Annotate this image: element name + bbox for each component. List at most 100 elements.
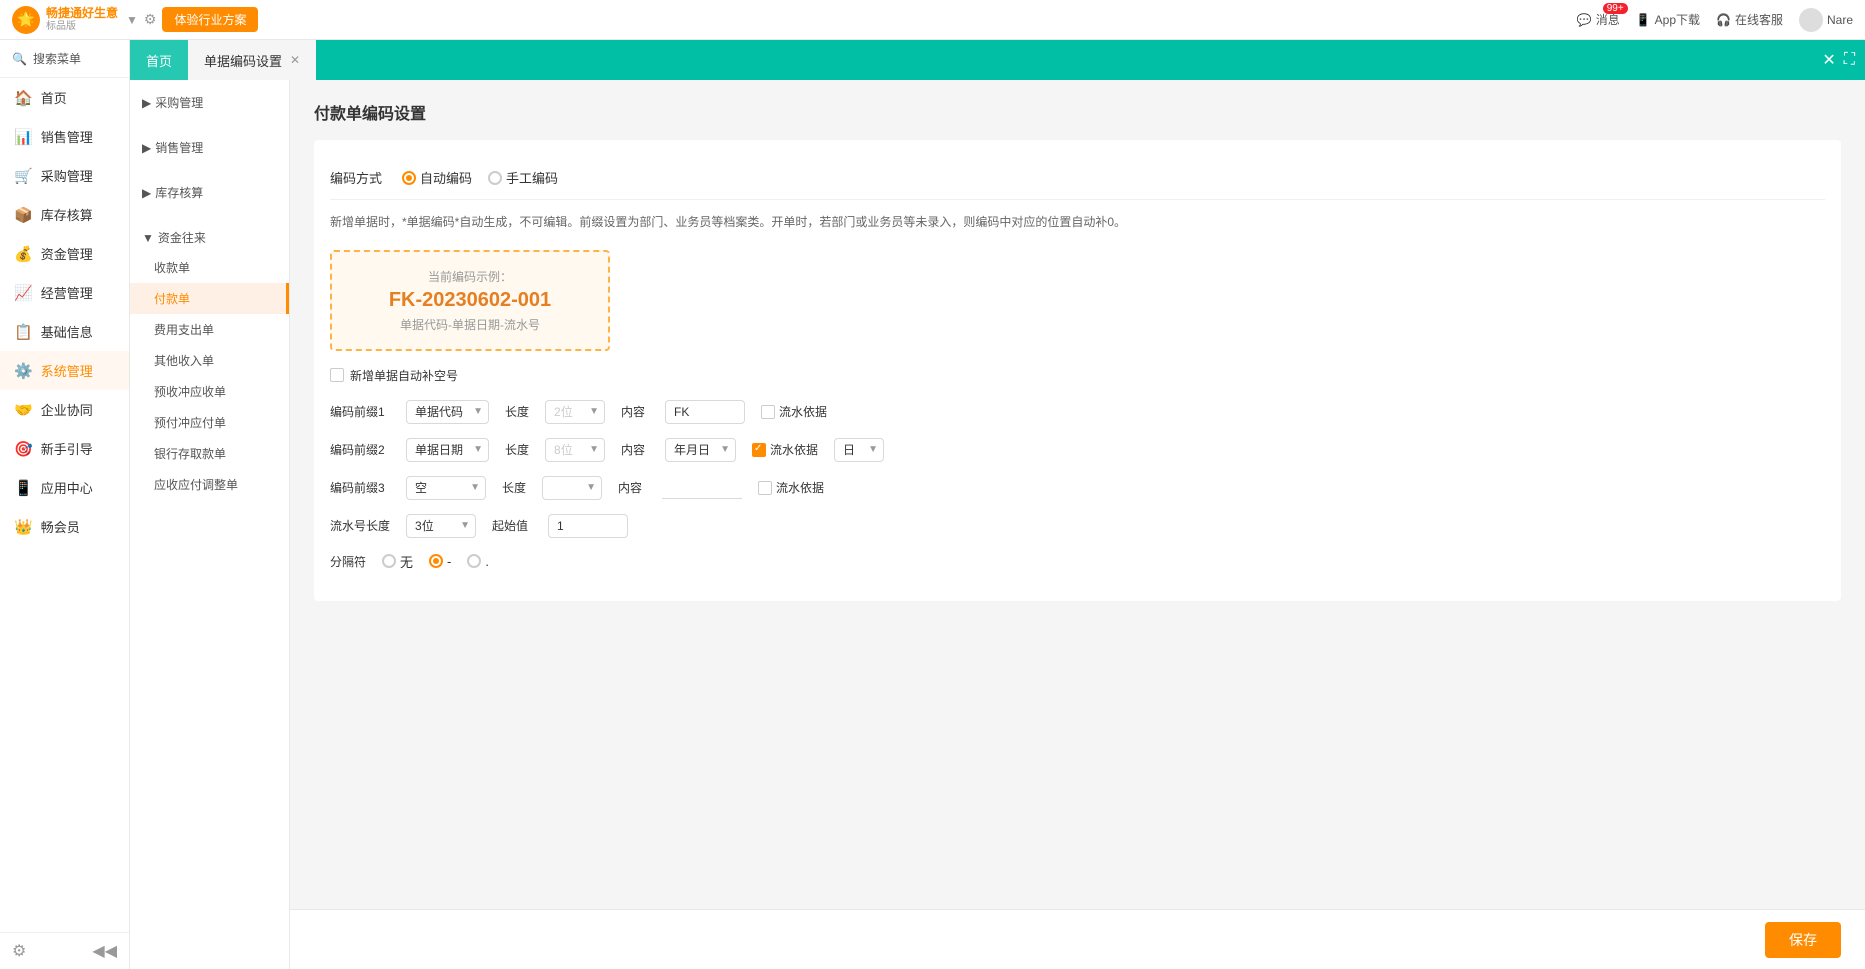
search-label: 搜索菜单	[33, 50, 81, 67]
manual-encoding-option[interactable]: 手工编码	[488, 168, 558, 187]
enterprise-icon: 🤝	[14, 401, 33, 419]
apps-icon: 📱	[14, 479, 33, 497]
sidebar-item-member[interactable]: 👑 畅会员	[0, 507, 129, 546]
length1-select[interactable]: 2位	[545, 400, 605, 424]
support-button[interactable]: 🎧 在线客服	[1716, 11, 1783, 28]
sidebar-item-system[interactable]: ⚙️ 系统管理	[0, 351, 129, 390]
subitem-receipt[interactable]: 收款单	[130, 252, 289, 283]
tabbar: 首页 单据编码设置 ✕ ✕ ⛶	[130, 40, 1865, 80]
serial1-checkbox-label[interactable]: 流水依据	[761, 403, 827, 420]
serial3-checkbox-label[interactable]: 流水依据	[758, 479, 824, 496]
serial-length-label: 流水号长度	[330, 517, 390, 534]
try-button[interactable]: 体验行业方案	[162, 7, 258, 32]
length2-label: 长度	[505, 441, 529, 458]
length1-select-wrapper: 2位 ▼	[545, 400, 605, 424]
content3-label: 内容	[618, 479, 646, 496]
tab-close-icon[interactable]: ✕	[290, 53, 300, 67]
message-icon: 💬	[1577, 13, 1592, 27]
prefix1-label: 编码前缀1	[330, 403, 390, 420]
group-purchase-title[interactable]: ▶ 采购管理	[130, 88, 289, 117]
maximize-icon[interactable]: ⛶	[1844, 51, 1855, 69]
radio-group: 自动编码 手工编码	[402, 168, 558, 187]
content2-label: 内容	[621, 441, 649, 458]
sidebar-item-apps[interactable]: 📱 应用中心	[0, 468, 129, 507]
subitem-prepay-payable[interactable]: 预付冲应付单	[130, 407, 289, 438]
separator-dash-option[interactable]: -	[429, 554, 451, 569]
prefix2-select[interactable]: 单据日期	[406, 438, 489, 462]
sidebar-item-basic[interactable]: 📋 基础信息	[0, 312, 129, 351]
separator-none-radio	[382, 554, 396, 568]
sidebar-search[interactable]: 🔍 搜索菜单	[0, 40, 129, 78]
prefix3-select[interactable]: 空	[406, 476, 486, 500]
subitem-other-income[interactable]: 其他收入单	[130, 345, 289, 376]
minimize-icon[interactable]: ✕	[1822, 50, 1835, 70]
separator-row: 分隔符 无 - .	[330, 552, 1825, 571]
auto-fill-checkbox[interactable]	[330, 368, 344, 382]
settings-bottom-icon[interactable]: ⚙	[12, 941, 26, 961]
start-value-label: 起始值	[492, 517, 532, 534]
separator-dot-option[interactable]: .	[467, 554, 489, 569]
content2-select[interactable]: 年月日	[665, 438, 736, 462]
settings-icon[interactable]: ⚙	[144, 11, 157, 28]
down-arrow-icon: ▼	[142, 231, 154, 245]
sidebar-item-label: 销售管理	[41, 127, 93, 146]
topbar-right: 💬 消息 99+ 📱 App下载 🎧 在线客服 Nare	[1577, 8, 1853, 32]
guide-icon: 🎯	[14, 440, 33, 458]
separator-none-label: 无	[400, 552, 413, 571]
sidebar-item-guide[interactable]: 🎯 新手引导	[0, 429, 129, 468]
sidebar-item-operation[interactable]: 📈 经营管理	[0, 273, 129, 312]
sidebar-item-label: 系统管理	[41, 361, 93, 380]
auto-encoding-option[interactable]: 自动编码	[402, 168, 472, 187]
user-name: Nare	[1827, 13, 1853, 27]
serial-length-select[interactable]: 3位	[406, 514, 476, 538]
prefix1-select[interactable]: 单据代码	[406, 400, 489, 424]
sidebar-item-finance[interactable]: 💰 资金管理	[0, 234, 129, 273]
length3-select[interactable]	[542, 476, 602, 500]
group-inventory-label: 库存核算	[155, 184, 203, 201]
content1-input[interactable]	[665, 400, 745, 424]
sidebar-item-enterprise[interactable]: 🤝 企业协同	[0, 390, 129, 429]
logo-text: 畅捷通好生意	[46, 6, 118, 20]
subitem-prepay-receivable[interactable]: 预收冲应收单	[130, 376, 289, 407]
content1-label: 内容	[621, 403, 649, 420]
separator-dash-radio	[429, 554, 443, 568]
length2-select[interactable]: 8位	[545, 438, 605, 462]
serial2-checkbox-label[interactable]: 流水依据	[752, 441, 818, 458]
prefix3-label: 编码前缀3	[330, 479, 390, 496]
subitem-adjust[interactable]: 应收应付调整单	[130, 469, 289, 500]
page-title: 付款单编码设置	[314, 100, 1841, 124]
support-label: 在线客服	[1735, 11, 1783, 28]
group-capital-title[interactable]: ▼ 资金往来	[130, 223, 289, 252]
prefix3-select-wrapper: 空 ▼	[406, 476, 486, 500]
subitem-payment[interactable]: 付款单	[130, 283, 289, 314]
sidebar-item-purchase[interactable]: 🛒 采购管理	[0, 156, 129, 195]
sidebar-item-sales[interactable]: 📊 销售管理	[0, 117, 129, 156]
serial2-unit-select[interactable]: 日	[834, 438, 884, 462]
user-menu[interactable]: Nare	[1799, 8, 1853, 32]
serial1-label: 流水依据	[779, 403, 827, 420]
group-sales-title[interactable]: ▶ 销售管理	[130, 133, 289, 162]
subitem-expense[interactable]: 费用支出单	[130, 314, 289, 345]
group-purchase-label: 采购管理	[155, 94, 203, 111]
sidebar-item-label: 畅会员	[41, 517, 80, 536]
topbar: 🌟 畅捷通好生意 标品版 ▼ ⚙ 体验行业方案 💬 消息 99+ 📱 App下载…	[0, 0, 1865, 40]
download-button[interactable]: 📱 App下载	[1636, 11, 1700, 28]
tab-home[interactable]: 首页	[130, 40, 188, 80]
message-button[interactable]: 💬 消息 99+	[1577, 11, 1620, 28]
subitem-bank[interactable]: 银行存取款单	[130, 438, 289, 469]
separator-label: 分隔符	[330, 553, 366, 570]
collapse-icon[interactable]: ◀◀	[92, 941, 117, 961]
dropdown-arrow-icon[interactable]: ▼	[126, 13, 138, 27]
start-value-input[interactable]	[548, 514, 628, 538]
download-label: App下载	[1655, 11, 1700, 28]
separator-none-option[interactable]: 无	[382, 552, 413, 571]
tab-encoding[interactable]: 单据编码设置 ✕	[188, 40, 316, 80]
sidebar-item-home[interactable]: 🏠 首页	[0, 78, 129, 117]
save-button[interactable]: 保存	[1765, 922, 1841, 958]
serial2-unit-wrapper: 日 ▼	[834, 438, 884, 462]
content3-input[interactable]	[662, 476, 742, 499]
group-inventory-title[interactable]: ▶ 库存核算	[130, 178, 289, 207]
sidebar-item-inventory[interactable]: 📦 库存核算	[0, 195, 129, 234]
inventory-icon: 📦	[14, 206, 33, 224]
separator-dot-radio	[467, 554, 481, 568]
